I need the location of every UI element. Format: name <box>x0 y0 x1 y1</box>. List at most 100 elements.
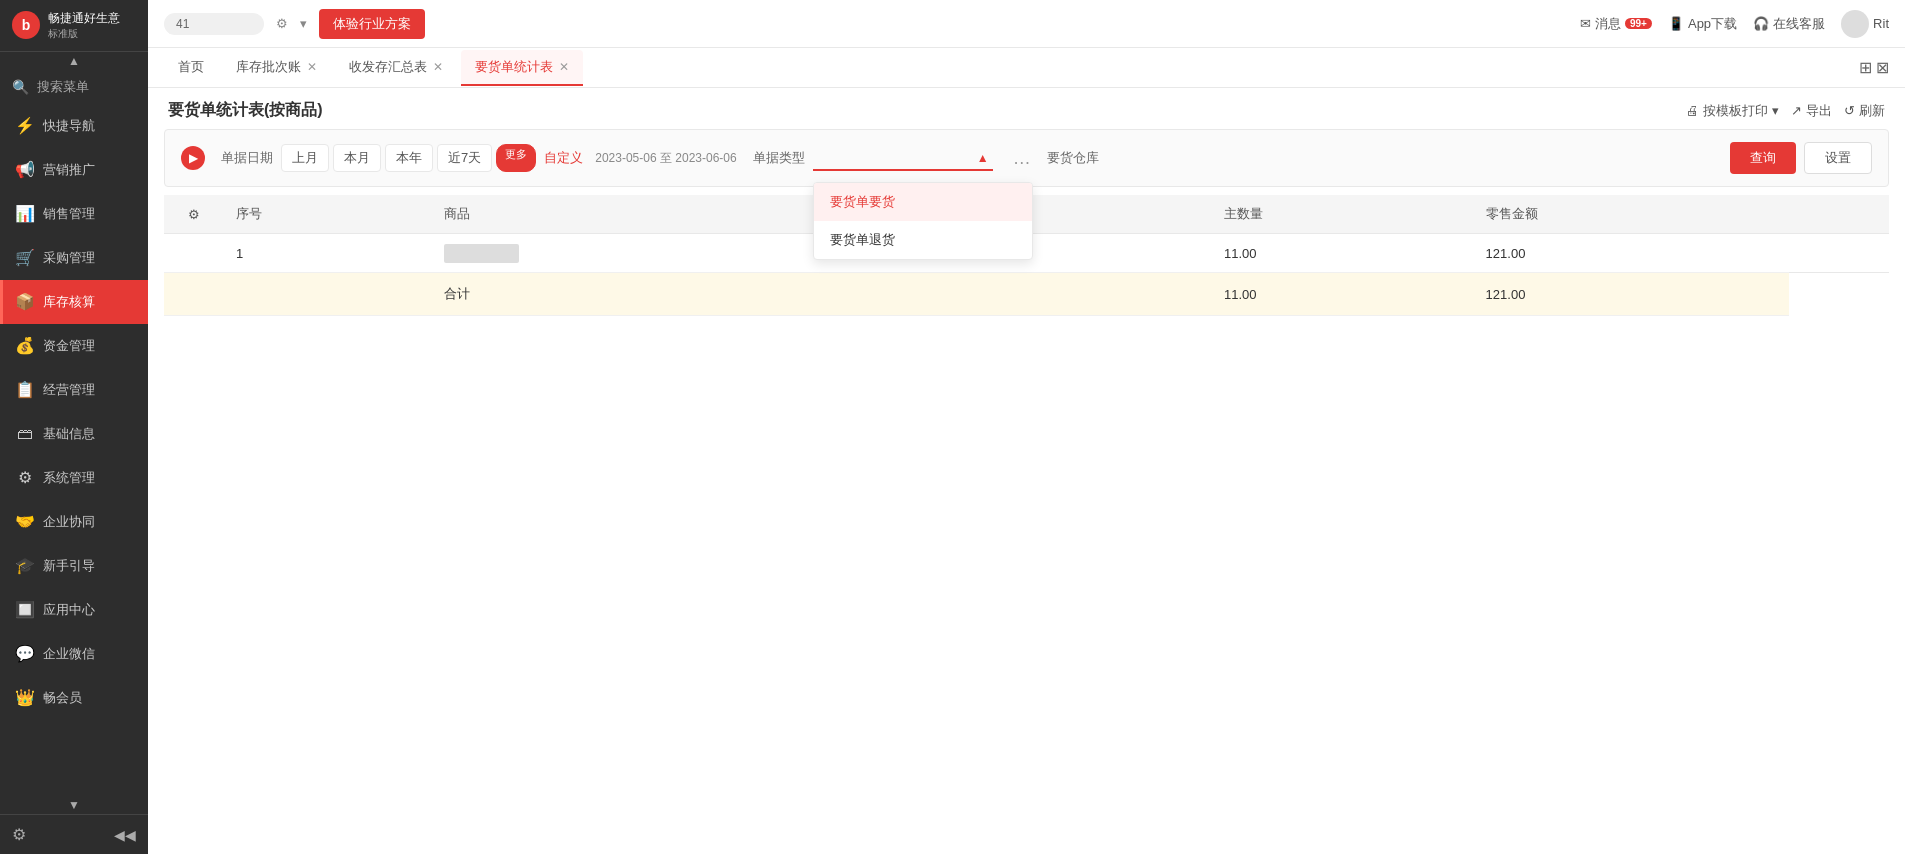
sidebar-item-label: 系统管理 <box>43 469 95 487</box>
export-icon: ↗ <box>1791 103 1802 118</box>
sidebar-item-label: 企业微信 <box>43 645 95 663</box>
finance-icon: 💰 <box>15 336 35 356</box>
cell-index: 1 <box>224 234 432 273</box>
date-option-hot[interactable]: 更多 <box>496 144 536 172</box>
sidebar-item-enterprise[interactable]: 🤝 企业协同 <box>0 500 148 544</box>
cell-goods: ████ ██ <box>432 234 843 273</box>
tabs-bar: 首页 库存批次账 ✕ 收发存汇总表 ✕ 要货单统计表 ✕ ⊞ ⊠ <box>148 48 1905 88</box>
tab-order-stats[interactable]: 要货单统计表 ✕ <box>461 50 583 86</box>
main-content: 41 ⚙ ▾ 体验行业方案 ✉ 消息 99+ 📱 App下载 🎧 在线客服 Ri… <box>148 0 1905 854</box>
date-option-this-year[interactable]: 本年 <box>385 144 433 172</box>
sidebar-scroll-up[interactable]: ▲ <box>0 52 148 70</box>
tab-order-stats-close[interactable]: ✕ <box>559 60 569 74</box>
date-option-this-month[interactable]: 本月 <box>333 144 381 172</box>
enterprise-icon: 🤝 <box>15 512 35 532</box>
goods-blurred: ████ ██ <box>444 244 519 263</box>
cell-empty <box>164 234 224 273</box>
search-icon: 🔍 <box>12 79 29 95</box>
search-value: 41 <box>176 17 189 31</box>
system-icon: ⚙ <box>15 468 35 488</box>
export-button[interactable]: ↗ 导出 <box>1791 102 1832 120</box>
dropdown-item-order-purchase[interactable]: 要货单要货 <box>814 183 1032 221</box>
dropdown-item-order-return[interactable]: 要货单退货 <box>814 221 1032 259</box>
sidebar-item-purchase[interactable]: 🛒 采购管理 <box>0 236 148 280</box>
logo-title: 畅捷通好生意 <box>48 10 120 27</box>
sidebar-item-basic[interactable]: 🗃 基础信息 <box>0 412 148 456</box>
total-row: 合计 11.00 121.00 <box>164 273 1889 316</box>
sidebar-item-label: 基础信息 <box>43 425 95 443</box>
total-quantity: 11.00 <box>1212 273 1474 316</box>
sidebar-item-finance[interactable]: 💰 资金管理 <box>0 324 148 368</box>
sidebar-item-operations[interactable]: 📋 经营管理 <box>0 368 148 412</box>
messages-button[interactable]: ✉ 消息 99+ <box>1580 15 1652 33</box>
basic-icon: 🗃 <box>15 424 35 444</box>
header-search[interactable]: 41 <box>164 13 264 35</box>
settings-button[interactable]: 设置 <box>1804 142 1872 174</box>
sidebar: b 畅捷通好生意 标准版 ▲ 🔍 搜索菜单 ⚡ 快捷导航 📢 营销推广 📊 销售… <box>0 0 148 854</box>
date-custom-option[interactable]: 自定义 <box>544 149 583 167</box>
print-caret-icon[interactable]: ▾ <box>1772 103 1779 118</box>
sidebar-search[interactable]: 🔍 搜索菜单 <box>0 70 148 104</box>
tab-inventory-batch-close[interactable]: ✕ <box>307 60 317 74</box>
footer-settings-icon[interactable]: ⚙ <box>12 825 26 844</box>
type-select-input[interactable] <box>813 146 993 171</box>
user-profile[interactable]: Rit <box>1841 10 1889 38</box>
sales-icon: 📊 <box>15 204 35 224</box>
header-settings-icon[interactable]: ⚙ <box>276 16 288 31</box>
col-settings-icon[interactable]: ⚙ <box>188 207 200 222</box>
tab-delivery-summary[interactable]: 收发存汇总表 ✕ <box>335 50 457 86</box>
sidebar-nav: ⚡ 快捷导航 📢 营销推广 📊 销售管理 🛒 采购管理 📦 库存核算 💰 资金管… <box>0 104 148 796</box>
refresh-label: 刷新 <box>1859 102 1885 120</box>
sidebar-item-system[interactable]: ⚙ 系统管理 <box>0 456 148 500</box>
dropdown-item-order-purchase-label: 要货单要货 <box>830 194 895 209</box>
print-label: 按模板打印 <box>1703 102 1768 120</box>
tab-inventory-batch-label: 库存批次账 <box>236 58 301 76</box>
col-settings[interactable]: ⚙ <box>164 195 224 234</box>
sidebar-scroll-down[interactable]: ▼ <box>0 796 148 814</box>
type-dropdown: 要货单要货 要货单退货 <box>813 182 1033 260</box>
print-button[interactable]: 🖨 按模板打印 ▾ <box>1686 102 1779 120</box>
search-label: 搜索菜单 <box>37 78 89 96</box>
refresh-button[interactable]: ↺ 刷新 <box>1844 102 1885 120</box>
sidebar-item-sales[interactable]: 📊 销售管理 <box>0 192 148 236</box>
date-option-7-days[interactable]: 近7天 <box>437 144 492 172</box>
tab-home[interactable]: 首页 <box>164 50 218 86</box>
sidebar-item-quick-nav[interactable]: ⚡ 快捷导航 <box>0 104 148 148</box>
sidebar-item-wechat[interactable]: 💬 企业微信 <box>0 632 148 676</box>
sidebar-item-member[interactable]: 👑 畅会员 <box>0 676 148 720</box>
filter-expand-button[interactable]: ▶ <box>181 146 205 170</box>
total-amount: 121.00 <box>1474 273 1790 316</box>
dropdown-item-order-return-label: 要货单退货 <box>830 232 895 247</box>
sidebar-item-label: 企业协同 <box>43 513 95 531</box>
tab-inventory-batch[interactable]: 库存批次账 ✕ <box>222 50 331 86</box>
tabs-expand-button[interactable]: ⊞ <box>1859 58 1872 77</box>
quick-nav-icon: ⚡ <box>15 116 35 136</box>
sidebar-item-label: 库存核算 <box>43 293 95 311</box>
header-caret-icon[interactable]: ▾ <box>300 16 307 31</box>
query-button[interactable]: 查询 <box>1730 142 1796 174</box>
date-option-last-month[interactable]: 上月 <box>281 144 329 172</box>
download-icon: 📱 <box>1668 16 1684 31</box>
sidebar-item-label: 快捷导航 <box>43 117 95 135</box>
sidebar-item-marketing[interactable]: 📢 营销推广 <box>0 148 148 192</box>
sidebar-item-inventory[interactable]: 📦 库存核算 <box>0 280 148 324</box>
footer-collapse-btn[interactable]: ◀◀ <box>114 827 136 843</box>
industry-button[interactable]: 体验行业方案 <box>319 9 425 39</box>
tab-delivery-summary-close[interactable]: ✕ <box>433 60 443 74</box>
top-header: 41 ⚙ ▾ 体验行业方案 ✉ 消息 99+ 📱 App下载 🎧 在线客服 Ri… <box>148 0 1905 48</box>
sidebar-item-apps[interactable]: 🔲 应用中心 <box>0 588 148 632</box>
sidebar-item-guide[interactable]: 🎓 新手引导 <box>0 544 148 588</box>
app-download-button[interactable]: 📱 App下载 <box>1668 15 1737 33</box>
inventory-icon: 📦 <box>15 292 35 312</box>
total-label: 合计 <box>432 273 843 316</box>
type-filter-label: 单据类型 <box>753 149 805 167</box>
online-service-button[interactable]: 🎧 在线客服 <box>1753 15 1825 33</box>
date-filter-group: 单据日期 上月 本月 本年 近7天 更多 自定义 2023-05-06 至 20… <box>221 144 737 172</box>
sidebar-item-label: 畅会员 <box>43 689 82 707</box>
filter-more-icon[interactable]: … <box>1013 148 1031 169</box>
header-left: 41 ⚙ ▾ 体验行业方案 <box>164 9 425 39</box>
tabs-shrink-button[interactable]: ⊠ <box>1876 58 1889 77</box>
tab-home-label: 首页 <box>178 58 204 76</box>
app-download-label: App下载 <box>1688 15 1737 33</box>
apps-icon: 🔲 <box>15 600 35 620</box>
